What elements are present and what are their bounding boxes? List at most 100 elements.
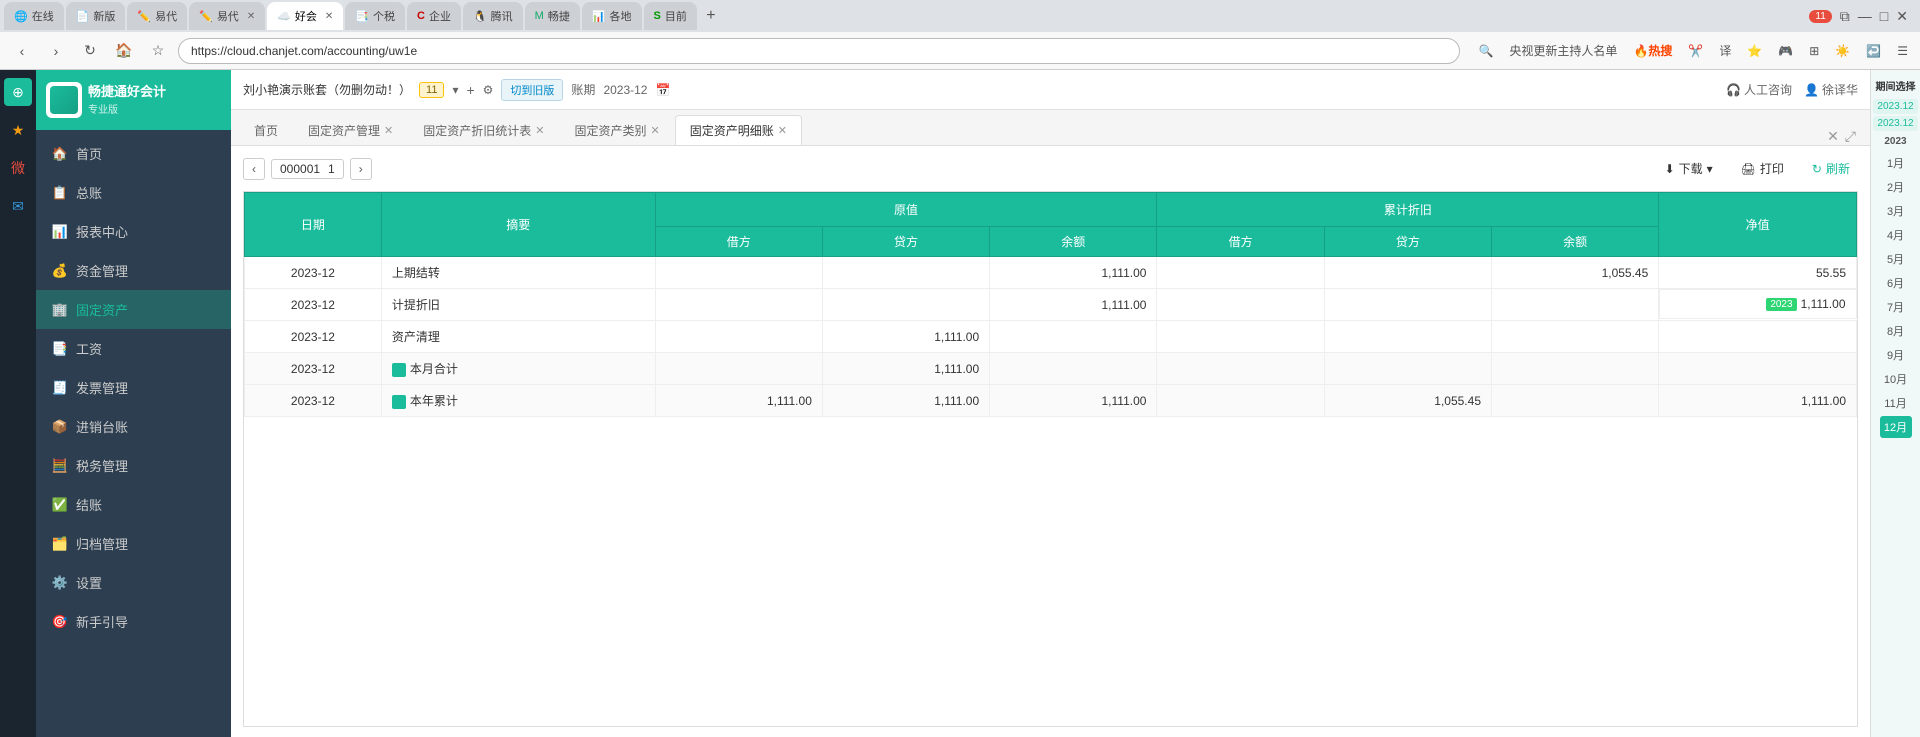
add-account-button[interactable]: + — [466, 82, 474, 98]
close-icon[interactable]: ✕ — [325, 11, 333, 22]
tab-fa-mgmt-close[interactable]: ✕ — [384, 124, 393, 137]
sidebar-item-guide[interactable]: 🎯 新手引导 — [36, 602, 231, 641]
star-icon[interactable]: ⭐ — [1743, 42, 1766, 60]
close-icon[interactable]: ✕ — [247, 11, 255, 22]
browser-tab-new[interactable]: 📄 新版 — [66, 2, 126, 30]
th-summary: 摘要 — [381, 193, 655, 257]
bookmark-button[interactable]: ☆ — [144, 37, 172, 65]
month-8[interactable]: 8月 — [1880, 320, 1912, 342]
month-4[interactable]: 4月 — [1880, 224, 1912, 246]
account-count-badge: 11 — [419, 82, 444, 98]
sidebar-item-reports[interactable]: 📊 报表中心 — [36, 212, 231, 251]
sidebar-item-general-ledger[interactable]: 📋 总账 — [36, 173, 231, 212]
browser-tab-muqian[interactable]: S 目前 — [644, 2, 697, 30]
tab-asset-category[interactable]: 固定资产类别 ✕ — [559, 115, 674, 145]
reload-button[interactable]: ↻ — [76, 37, 104, 65]
download-button[interactable]: ⬇ 下载 ▾ — [1657, 156, 1721, 181]
hot-search-label[interactable]: 🔥热搜 — [1629, 40, 1676, 61]
user-name: 徐译华 — [1822, 81, 1858, 98]
window-close-icon[interactable]: ✕ — [1896, 8, 1908, 25]
tab-detail-close[interactable]: ✕ — [778, 124, 787, 137]
browser-tab-tengxun[interactable]: 🐧 腾讯 — [463, 2, 523, 30]
forward-button[interactable]: › — [42, 37, 70, 65]
sidebar-item-archive[interactable]: 🗂️ 归档管理 — [36, 524, 231, 563]
menu-icon[interactable]: ☰ — [1893, 42, 1912, 60]
left-icon-star[interactable]: ★ — [4, 116, 32, 144]
month-5[interactable]: 5月 — [1880, 248, 1912, 270]
sidebar-item-home[interactable]: 🏠 首页 — [36, 134, 231, 173]
maximize-icon[interactable]: □ — [1880, 8, 1888, 24]
user-avatar[interactable]: 👤 徐译华 — [1804, 81, 1858, 98]
home-button[interactable]: 🏠 — [110, 37, 138, 65]
month-12[interactable]: 12月 — [1880, 416, 1912, 438]
scissors-icon[interactable]: ✂️ — [1684, 42, 1707, 60]
tab-depreciation-stats[interactable]: 固定资产折旧统计表 ✕ — [408, 115, 559, 145]
month-10[interactable]: 10月 — [1880, 368, 1912, 390]
game-icon[interactable]: 🎮 — [1774, 42, 1797, 60]
sidebar-label-reports: 报表中心 — [76, 222, 128, 241]
address-bar-input[interactable] — [178, 38, 1460, 64]
browser-tab-gedi[interactable]: 📊 各地 — [582, 2, 642, 30]
calendar-icon[interactable]: 📅 — [655, 83, 670, 97]
browser-tab-yidai1[interactable]: ✏️ 易代 — [127, 2, 187, 30]
print-icon: 🖨 — [1741, 162, 1756, 176]
browser-tab-geshui[interactable]: 📑 个税 — [345, 2, 405, 30]
grid-icon[interactable]: ⊞ — [1805, 42, 1823, 60]
print-button[interactable]: 🖨 打印 — [1733, 156, 1792, 181]
month-3[interactable]: 3月 — [1880, 200, 1912, 222]
month-6[interactable]: 6月 — [1880, 272, 1912, 294]
left-icon-weibo[interactable]: 微 — [4, 154, 32, 182]
page-display: 000001 1 — [271, 159, 344, 179]
assets-icon: 🏢 — [52, 302, 68, 318]
tab-fixed-assets-mgmt[interactable]: 固定资产管理 ✕ — [293, 115, 408, 145]
sidebar-item-settings[interactable]: ⚙️ 设置 — [36, 563, 231, 602]
tax-icon: 🧮 — [52, 458, 68, 474]
left-icon-mail[interactable]: ✉ — [4, 192, 32, 220]
back-button[interactable]: ‹ — [8, 37, 36, 65]
browser-tab-qiye[interactable]: C 企业 — [407, 2, 461, 30]
tab-asset-detail[interactable]: 固定资产明细账 ✕ — [675, 115, 802, 145]
tab-home[interactable]: 首页 — [239, 115, 293, 145]
browser-tab-online[interactable]: 🌐 在线 — [4, 2, 64, 30]
sidebar-menu: 🏠 首页 📋 总账 📊 报表中心 💰 资金管理 🏢 固定资产 📑 工资 — [36, 130, 231, 737]
sidebar-item-payroll[interactable]: 📑 工资 — [36, 329, 231, 368]
month-11[interactable]: 11月 — [1880, 392, 1912, 414]
tab-cat-close[interactable]: ✕ — [651, 124, 660, 137]
dropdown-icon[interactable]: ▾ — [452, 83, 458, 97]
month-7[interactable]: 7月 — [1880, 296, 1912, 318]
restore-icon[interactable]: ⧉ — [1840, 8, 1850, 25]
panel-expand-icon[interactable]: ⤢ — [1845, 128, 1856, 145]
sidebar-item-purchase-sales[interactable]: 📦 进销台账 — [36, 407, 231, 446]
summary-icon — [392, 395, 406, 409]
left-icon-home[interactable]: ⊕ — [4, 78, 32, 106]
sidebar-item-fixed-assets[interactable]: 🏢 固定资产 — [36, 290, 231, 329]
undo-icon[interactable]: ↩️ — [1862, 42, 1885, 60]
summary-icon — [392, 363, 406, 377]
browser-tab-haokuai[interactable]: ☁️ 好会 ✕ — [267, 2, 343, 30]
new-tab-button[interactable]: + — [699, 4, 723, 28]
cell-ov-debit — [655, 289, 822, 321]
help-button[interactable]: 🎧 人工咨询 — [1726, 81, 1792, 98]
tab-dep-stats-close[interactable]: ✕ — [535, 124, 544, 137]
download-dropdown-icon[interactable]: ▾ — [1707, 162, 1713, 176]
sidebar-item-invoice[interactable]: 🧾 发票管理 — [36, 368, 231, 407]
browser-tab-changjie[interactable]: M 畅捷 — [525, 2, 580, 30]
page-prev-button[interactable]: ‹ — [243, 158, 265, 180]
page-next-button[interactable]: › — [350, 158, 372, 180]
browser-tab-yidai2[interactable]: ✏️ 易代 ✕ — [189, 2, 265, 30]
refresh-button[interactable]: ↻ 刷新 — [1804, 156, 1858, 181]
translate-icon[interactable]: 译 — [1715, 40, 1735, 61]
switch-version-button[interactable]: 切到旧版 — [501, 79, 563, 101]
action-buttons: ⬇ 下载 ▾ 🖨 打印 ↻ 刷新 — [1657, 156, 1858, 181]
brightness-icon[interactable]: ☀️ — [1831, 42, 1854, 60]
month-2[interactable]: 2月 — [1880, 176, 1912, 198]
tab-label: 目前 — [665, 8, 687, 24]
settings-small-icon[interactable]: ⚙ — [483, 83, 494, 97]
sidebar-item-capital[interactable]: 💰 资金管理 — [36, 251, 231, 290]
sidebar-item-close[interactable]: ✅ 结账 — [36, 485, 231, 524]
sidebar-item-tax[interactable]: 🧮 税务管理 — [36, 446, 231, 485]
month-1[interactable]: 1月 — [1880, 152, 1912, 174]
panel-collapse-icon[interactable]: ✕ — [1827, 128, 1839, 145]
month-9[interactable]: 9月 — [1880, 344, 1912, 366]
minimize-icon[interactable]: — — [1858, 8, 1872, 24]
